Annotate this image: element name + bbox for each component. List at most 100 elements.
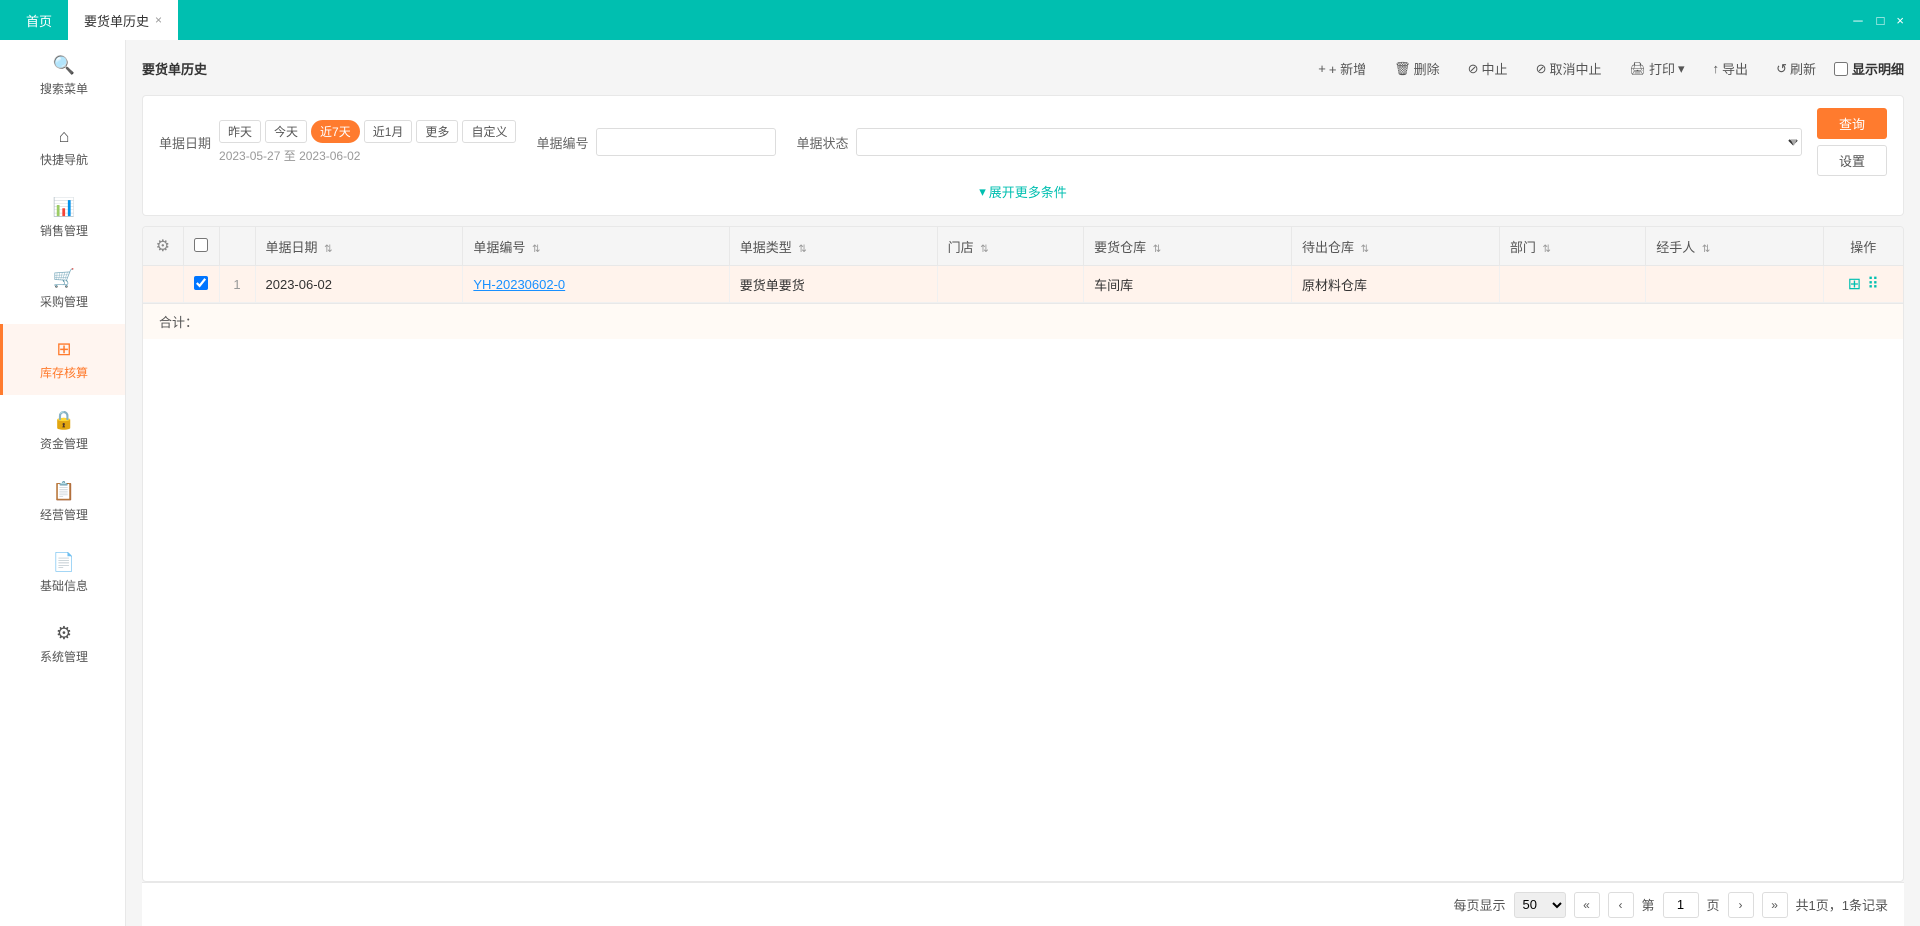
sidebar-item-search-menu[interactable]: 🔍 搜索菜单: [0, 40, 125, 111]
query-button[interactable]: 查询: [1817, 108, 1887, 139]
th-order-type: 单据类型 ⇅: [729, 227, 937, 266]
th-settings[interactable]: ⚙: [143, 227, 183, 266]
sort-department-icon[interactable]: ⇅: [1542, 244, 1550, 255]
date-1month-btn[interactable]: 近1月: [364, 120, 413, 143]
first-page-btn[interactable]: «: [1574, 892, 1600, 918]
date-filter-controls: 昨天 今天 近7天 近1月 更多 自定义 2023-05-27 至 2023-0…: [219, 120, 516, 164]
th-index: [219, 227, 255, 266]
th-handler: 经手人 ⇅: [1646, 227, 1823, 266]
page-number-input[interactable]: [1663, 892, 1699, 918]
summary-label: 合计：: [159, 312, 198, 331]
quick-nav-icon: ⌂: [53, 125, 75, 147]
print-button[interactable]: 🖨 打印 ▾: [1619, 54, 1694, 83]
sidebar-item-finance-mgmt[interactable]: 🔒 资金管理: [0, 395, 125, 466]
table-body: 1 2023-06-02 YH-20230602-0 要货单要货 车间库 原材料…: [143, 266, 1903, 303]
th-department: 部门 ⇅: [1499, 227, 1645, 266]
sidebar-item-system-mgmt[interactable]: ⚙ 系统管理: [0, 608, 125, 679]
content-area: 要货单历史 + + 新增 🗑 删除 ⊘ 中止 ⊘ 取消中止: [126, 40, 1920, 926]
add-button[interactable]: + + 新增: [1308, 54, 1376, 83]
sidebar-item-inventory[interactable]: ⊞ 库存核算: [0, 324, 125, 395]
sidebar-item-quick-nav[interactable]: ⌂ 快捷导航: [0, 111, 125, 182]
sidebar-item-operations-mgmt[interactable]: 📋 经营管理: [0, 466, 125, 537]
page-size-label: 每页显示: [1453, 895, 1505, 914]
expand-more-label: 展开更多条件: [989, 182, 1067, 201]
top-bar: 首页 要货单历史 × － □ ×: [0, 0, 1920, 40]
tab-requisition-history[interactable]: 要货单历史 ×: [68, 0, 178, 40]
last-page-btn[interactable]: »: [1762, 892, 1788, 918]
sort-req-warehouse-icon[interactable]: ⇅: [1153, 244, 1161, 255]
sidebar-item-purchase-mgmt[interactable]: 🛒 采购管理: [0, 253, 125, 324]
sidebar-item-basic-info[interactable]: 📄 基础信息: [0, 537, 125, 608]
prev-page-btn[interactable]: ‹: [1608, 892, 1634, 918]
refresh-button[interactable]: ↺ 刷新: [1766, 54, 1826, 83]
settings-button[interactable]: 设置: [1817, 145, 1887, 176]
sort-handler-icon[interactable]: ⇅: [1702, 244, 1710, 255]
sort-date-icon[interactable]: ⇅: [324, 244, 332, 255]
row-req-warehouse-cell: 车间库: [1084, 266, 1292, 303]
date-range-text: 2023-05-27 至 2023-06-02: [219, 147, 516, 164]
date-yesterday-btn[interactable]: 昨天: [219, 120, 261, 143]
refresh-icon: ↺: [1776, 61, 1787, 77]
system-mgmt-icon: ⚙: [53, 622, 75, 644]
row-order-no-cell: YH-20230602-0: [463, 266, 729, 303]
tab-close-icon[interactable]: ×: [155, 13, 162, 27]
show-detail-checkbox-wrap[interactable]: 显示明细: [1834, 59, 1904, 78]
stop-icon: ⊘: [1468, 61, 1479, 77]
data-table: ⚙ 单据日期 ⇅ 单据编号 ⇅: [143, 227, 1903, 303]
next-page-btn[interactable]: ›: [1728, 892, 1754, 918]
table-header-row: ⚙ 单据日期 ⇅ 单据编号 ⇅: [143, 227, 1903, 266]
tab-home[interactable]: 首页: [10, 0, 68, 40]
status-filter-group: 单据状态 ▾: [796, 128, 1797, 156]
row-department-cell: [1499, 266, 1645, 303]
row-pending-warehouse-cell: 原材料仓库: [1291, 266, 1499, 303]
action-buttons: 查询 设置: [1817, 108, 1887, 176]
total-info: 共1页，1条记录: [1796, 895, 1888, 914]
table-row: 1 2023-06-02 YH-20230602-0 要货单要货 车间库 原材料…: [143, 266, 1903, 303]
order-no-label: 单据编号: [536, 133, 588, 152]
data-table-wrap: ⚙ 单据日期 ⇅ 单据编号 ⇅: [142, 226, 1904, 882]
sort-order-type-icon[interactable]: ⇅: [798, 244, 806, 255]
purchase-mgmt-icon: 🛒: [53, 267, 75, 289]
main-layout: 🔍 搜索菜单 ⌂ 快捷导航 📊 销售管理 🛒 采购管理 ⊞ 库存核算 🔒 资金管…: [0, 40, 1920, 926]
date-custom-btn[interactable]: 自定义: [462, 120, 516, 143]
date-7days-btn[interactable]: 近7天: [311, 120, 360, 143]
row-date-cell: 2023-06-02: [255, 266, 463, 303]
maximize-btn[interactable]: □: [1877, 13, 1885, 28]
close-btn[interactable]: ×: [1896, 13, 1904, 28]
date-today-btn[interactable]: 今天: [265, 120, 307, 143]
sort-order-no-icon[interactable]: ⇅: [532, 244, 540, 255]
select-all-checkbox[interactable]: [194, 238, 208, 252]
sort-pending-warehouse-icon[interactable]: ⇅: [1361, 244, 1369, 255]
stop-button[interactable]: ⊘ 中止: [1458, 54, 1518, 83]
cancel-stop-button[interactable]: ⊘ 取消中止: [1526, 54, 1612, 83]
page-title: 要货单历史: [142, 59, 207, 78]
date-more-btn[interactable]: 更多: [416, 120, 458, 143]
row-checkbox[interactable]: [194, 276, 208, 290]
status-select[interactable]: [856, 128, 1802, 156]
delete-button[interactable]: 🗑 删除: [1384, 54, 1450, 83]
th-checkbox: [183, 227, 219, 266]
row-index-cell: 1: [219, 266, 255, 303]
expand-more-row[interactable]: ▾ 展开更多条件: [159, 176, 1887, 203]
page-size-select[interactable]: 50 100 200: [1514, 892, 1566, 918]
th-operation: 操作: [1823, 227, 1903, 266]
cancel-stop-icon: ⊘: [1536, 61, 1547, 77]
table-settings-icon[interactable]: ⚙: [156, 238, 170, 255]
th-req-warehouse: 要货仓库 ⇅: [1084, 227, 1292, 266]
pagination-bar: 每页显示 50 100 200 « ‹ 第 页 › » 共1页，1条记录: [142, 882, 1904, 926]
show-detail-checkbox[interactable]: [1834, 62, 1848, 76]
add-icon: +: [1318, 61, 1326, 76]
export-button[interactable]: ↑ 导出: [1703, 54, 1759, 83]
row-more-icon[interactable]: ⠿: [1867, 274, 1879, 294]
order-no-input[interactable]: [596, 128, 776, 156]
finance-mgmt-icon: 🔒: [53, 409, 75, 431]
minimize-btn[interactable]: －: [1852, 11, 1865, 30]
row-edit-icon[interactable]: ⊞: [1848, 274, 1861, 294]
inventory-icon: ⊞: [53, 338, 75, 360]
sidebar-item-sales-mgmt[interactable]: 📊 销售管理: [0, 182, 125, 253]
row-order-no-link[interactable]: YH-20230602-0: [473, 277, 565, 292]
th-order-no: 单据编号 ⇅: [463, 227, 729, 266]
date-filter-label: 单据日期: [159, 133, 211, 152]
sort-store-icon[interactable]: ⇅: [980, 244, 988, 255]
th-pending-warehouse: 待出仓库 ⇅: [1291, 227, 1499, 266]
